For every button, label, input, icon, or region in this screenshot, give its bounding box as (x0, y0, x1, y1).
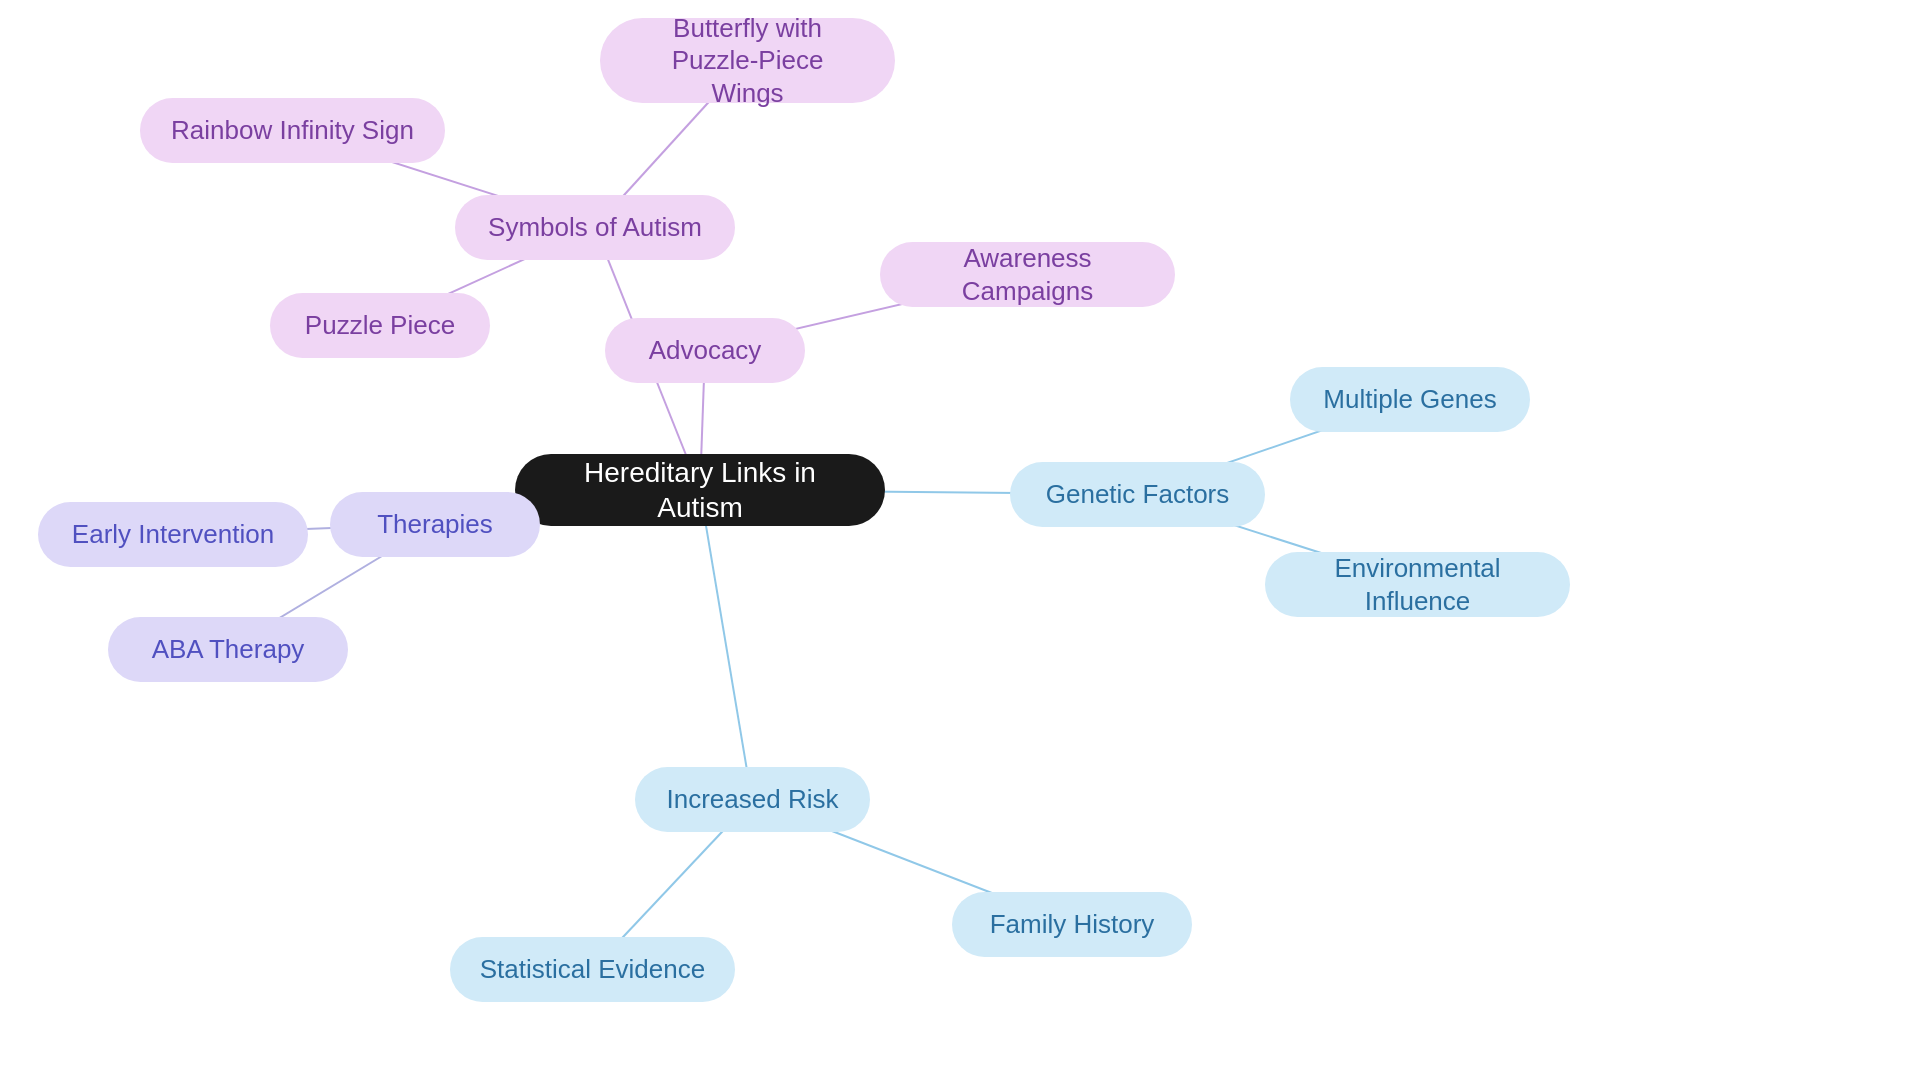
increased-risk-label: Increased Risk (667, 783, 839, 816)
butterfly-label: Butterfly with Puzzle-Piece Wings (628, 12, 867, 110)
family-history-node: Family History (952, 892, 1192, 957)
multiple-genes-node: Multiple Genes (1290, 367, 1530, 432)
increased-risk-node: Increased Risk (635, 767, 870, 832)
aba-therapy-node: ABA Therapy (108, 617, 348, 682)
environmental-influence-node: Environmental Influence (1265, 552, 1570, 617)
multiple-genes-label: Multiple Genes (1323, 383, 1496, 416)
aba-therapy-label: ABA Therapy (152, 633, 305, 666)
center-node: Hereditary Links in Autism (515, 454, 885, 526)
therapies-label: Therapies (377, 508, 493, 541)
center-label: Hereditary Links in Autism (559, 455, 841, 525)
early-intervention-label: Early Intervention (72, 518, 274, 551)
family-history-label: Family History (990, 908, 1155, 941)
genetic-factors-node: Genetic Factors (1010, 462, 1265, 527)
awareness-campaigns-label: Awareness Campaigns (908, 242, 1147, 307)
butterfly-node: Butterfly with Puzzle-Piece Wings (600, 18, 895, 103)
rainbow-label: Rainbow Infinity Sign (171, 114, 414, 147)
awareness-campaigns-node: Awareness Campaigns (880, 242, 1175, 307)
advocacy-node: Advocacy (605, 318, 805, 383)
puzzle-piece-label: Puzzle Piece (305, 309, 455, 342)
symbols-autism-label: Symbols of Autism (488, 211, 702, 244)
genetic-factors-label: Genetic Factors (1046, 478, 1230, 511)
advocacy-label: Advocacy (649, 334, 762, 367)
puzzle-piece-node: Puzzle Piece (270, 293, 490, 358)
early-intervention-node: Early Intervention (38, 502, 308, 567)
rainbow-node: Rainbow Infinity Sign (140, 98, 445, 163)
therapies-node: Therapies (330, 492, 540, 557)
statistical-evidence-label: Statistical Evidence (480, 953, 705, 986)
statistical-evidence-node: Statistical Evidence (450, 937, 735, 1002)
environmental-influence-label: Environmental Influence (1293, 552, 1542, 617)
symbols-autism-node: Symbols of Autism (455, 195, 735, 260)
svg-line-4 (700, 490, 752, 800)
